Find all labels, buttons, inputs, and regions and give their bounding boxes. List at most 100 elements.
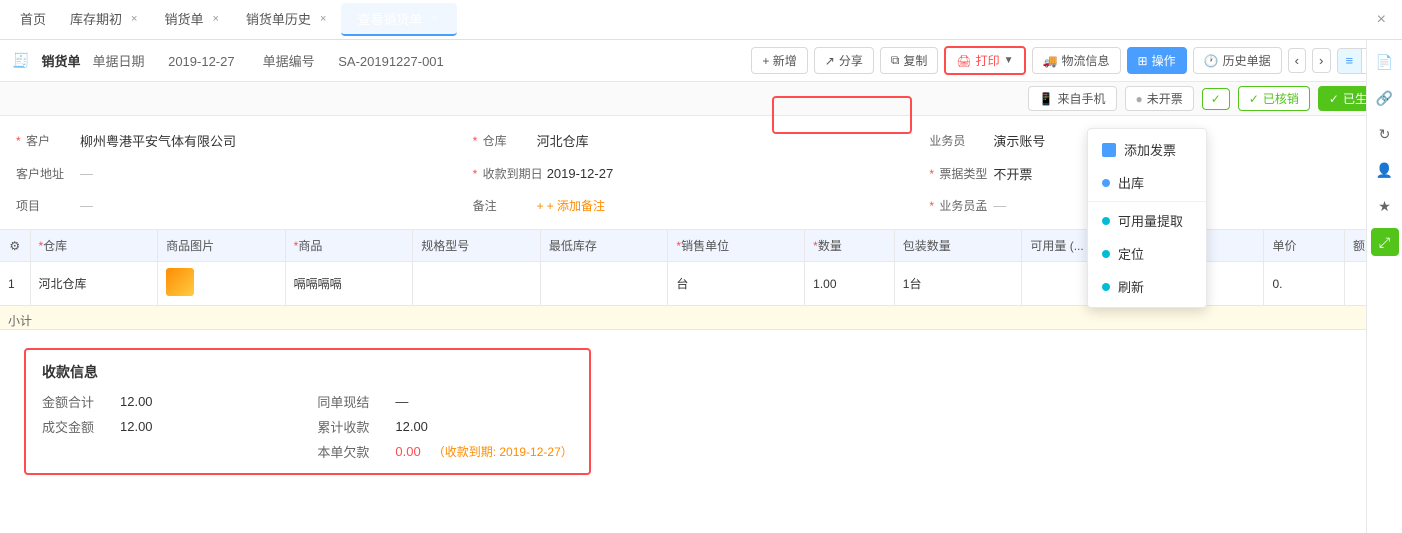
sidebar-user-icon[interactable]: 👤 [1371, 156, 1399, 184]
share-button[interactable]: ↗ 分享 [814, 47, 874, 74]
product-image [166, 268, 194, 296]
row-product: 嗝嗝嗝嗝 [285, 262, 413, 306]
col-min-stock: 最低库存 [540, 230, 668, 262]
sidebar-doc-icon[interactable]: 📄 [1371, 48, 1399, 76]
new-button[interactable]: + 新增 [751, 47, 807, 74]
row-unit-price: 0. [1264, 262, 1344, 306]
next-button[interactable]: › [1312, 48, 1330, 73]
tab-sales-history-close[interactable]: × [317, 12, 329, 26]
transaction-amount-row: 成交金额 12.00 [42, 417, 297, 436]
locate-item[interactable]: 定位 [1088, 237, 1206, 270]
tab-home[interactable]: 首页 [8, 1, 58, 38]
tab-sales[interactable]: 销货单 × [152, 1, 233, 38]
print-dropdown-arrow: ▼ [1004, 55, 1014, 66]
doc-title: 销货单 [41, 51, 80, 70]
col-spec: 规格型号 [413, 230, 541, 262]
toolbar-actions: + 新增 ↗ 分享 ⧉ 复制 🖨 打印 ▼ 🚚 物流信息 ⊞ 操作 [751, 46, 1390, 75]
ticket-type-value[interactable]: 不开票 [993, 164, 1032, 183]
amount-total-row: 金额合计 12.00 [42, 392, 297, 411]
check-voided-icon: ✓ [1249, 92, 1259, 106]
locate-icon [1102, 250, 1110, 258]
payment-grid: 金额合计 12.00 同单现结 — 成交金额 12.00 累计收款 12.00 … [42, 392, 573, 461]
operations-button[interactable]: ⊞ 操作 [1127, 47, 1187, 74]
due-note: （收款到期: 2019-12-27） [433, 443, 573, 460]
refresh-item[interactable]: 刷新 [1088, 270, 1206, 303]
print-icon: 🖨 [956, 54, 971, 68]
not-opened-button[interactable]: ● 未开票 [1125, 86, 1194, 111]
row-quantity: 1.00 [805, 262, 895, 306]
tab-sales-history[interactable]: 销货单历史 × [234, 1, 341, 38]
tab-inventory-close[interactable]: × [128, 12, 140, 26]
address-value[interactable]: — [80, 166, 93, 181]
transaction-settlement-row: 同单现结 — [317, 392, 572, 411]
sidebar-expand-icon[interactable]: ⤢ [1371, 228, 1399, 256]
row-warehouse: 河北仓库 [30, 262, 158, 306]
row-spec [413, 262, 541, 306]
list-view-button[interactable]: ≡ [1338, 49, 1363, 73]
right-sidebar: 📄 🔗 ↻ 👤 ★ ⤢ [1366, 40, 1402, 533]
prev-button[interactable]: ‹ [1288, 48, 1306, 73]
row-seq: 1 [0, 262, 30, 306]
tab-sales-close[interactable]: × [209, 12, 221, 26]
project-field: 项目 — [16, 194, 473, 217]
main-content: 🧾 销货单 单据日期 2019-12-27 单据编号 SA-20191227-0… [0, 40, 1402, 533]
phone-icon: 📱 [1039, 92, 1054, 106]
voided-button[interactable]: ✓ 已核销 [1238, 86, 1310, 111]
history-button[interactable]: 🕐 历史单据 [1193, 47, 1282, 74]
check-effective-icon: ✓ [1329, 92, 1339, 106]
available-qty-icon [1102, 217, 1110, 225]
customer-field: * 客户 柳州粤港平安气体有限公司 [16, 128, 473, 153]
current-due-value: 0.00 [395, 444, 420, 459]
col-pack-qty: 包装数量 [894, 230, 1022, 262]
row-min-stock [540, 262, 668, 306]
circle-icon: ● [1136, 92, 1143, 106]
staff-value[interactable]: 演示账号 [993, 131, 1045, 150]
due-date-value[interactable]: 2019-12-27 [547, 166, 614, 181]
note-field: 备注 + + 添加备注 [473, 194, 930, 217]
check-icon: ✓ [1211, 92, 1221, 106]
col-sales-unit: *销售单位 [668, 230, 805, 262]
logistics-button[interactable]: 🚚 物流信息 [1032, 47, 1121, 74]
confirm-button[interactable]: ✓ [1202, 88, 1230, 110]
add-note-button[interactable]: + + 添加备注 [537, 197, 605, 214]
transaction-settlement-value: — [395, 394, 408, 409]
share-icon: ↗ [825, 54, 835, 68]
copy-icon: ⧉ [891, 53, 900, 68]
doc-date-label: 单据日期 2019-12-27 [92, 51, 250, 70]
available-qty-item[interactable]: 可用量提取 [1088, 204, 1206, 237]
transaction-settlement-label: 同单现结 [317, 392, 387, 411]
outbound-item[interactable]: 出库 [1088, 166, 1206, 199]
col-product: *商品 [285, 230, 413, 262]
from-phone-button[interactable]: 📱 来自手机 [1028, 86, 1117, 111]
tab-inventory[interactable]: 库存期初 × [58, 1, 152, 38]
warehouse-field: * 仓库 河北仓库 [473, 128, 930, 153]
sidebar-link-icon[interactable]: 🔗 [1371, 84, 1399, 112]
project-value[interactable]: — [80, 198, 93, 213]
logistics-icon: 🚚 [1043, 54, 1058, 68]
subtotal-label: 小计 [0, 306, 1402, 331]
copy-button[interactable]: ⧉ 复制 [880, 47, 939, 74]
col-gear: ⚙ [0, 230, 30, 262]
plus-icon: + [537, 199, 544, 213]
sidebar-star-icon[interactable]: ★ [1371, 192, 1399, 220]
col-product-img: 商品图片 [158, 230, 286, 262]
tab-check-sales-close[interactable]: × [428, 12, 440, 26]
toolbar: 🧾 销货单 单据日期 2019-12-27 单据编号 SA-20191227-0… [0, 40, 1402, 82]
row-product-img [158, 262, 286, 306]
payment-area: 收款信息 金额合计 12.00 同单现结 — 成交金额 12.00 累计收款 1… [0, 330, 1402, 493]
warehouse-value[interactable]: 河北仓库 [537, 131, 589, 150]
cumulative-receipt-value: 12.00 [395, 419, 428, 434]
close-all-button[interactable]: × [1369, 7, 1394, 33]
biz-staff-value[interactable]: — [993, 198, 1006, 213]
col-quantity: *数量 [805, 230, 895, 262]
refresh-icon [1102, 283, 1110, 291]
tab-check-sales[interactable]: 查看销货单 × [341, 3, 456, 36]
customer-value[interactable]: 柳州粤港平安气体有限公司 [80, 131, 236, 150]
add-invoice-item[interactable]: 添加发票 [1088, 133, 1206, 166]
sidebar-refresh-icon[interactable]: ↻ [1371, 120, 1399, 148]
subtotal-row: 小计 [0, 306, 1402, 331]
operations-dropdown: 添加发票 出库 可用量提取 定位 刷新 [1087, 128, 1207, 308]
col-warehouse: *仓库 [30, 230, 158, 262]
current-due-row: 本单欠款 0.00 （收款到期: 2019-12-27） [317, 442, 572, 461]
print-button[interactable]: 🖨 打印 ▼ [944, 46, 1025, 75]
